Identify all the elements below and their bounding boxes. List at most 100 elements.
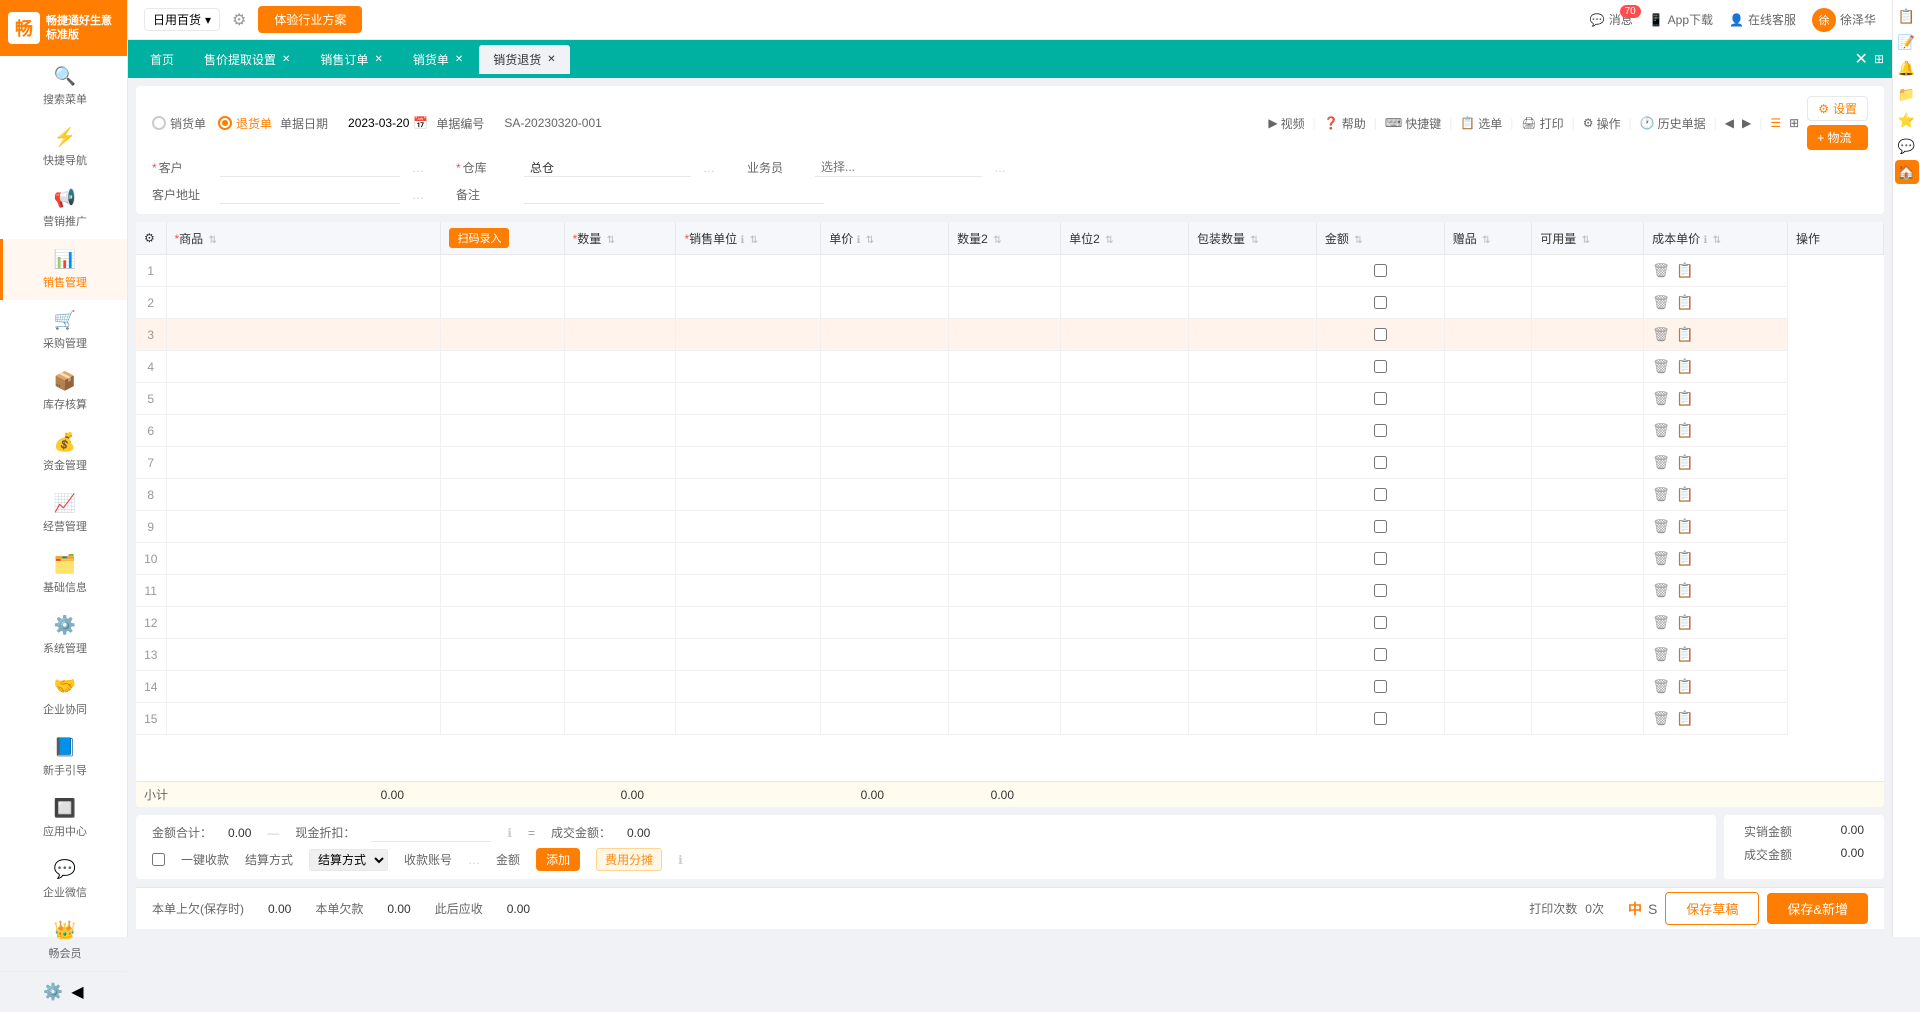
avail-cell[interactable]	[1444, 479, 1532, 511]
tool-video[interactable]: ▶视频	[1268, 115, 1304, 132]
avail-cell[interactable]	[1444, 575, 1532, 607]
date-picker[interactable]: 2023-03-20 📅	[348, 116, 428, 130]
qty2-cell[interactable]	[821, 703, 949, 735]
collapse-icon[interactable]: ◀	[71, 982, 83, 1002]
delete-row-icon[interactable]: 🗑	[1652, 678, 1670, 695]
address-more-icon[interactable]: …	[412, 188, 424, 202]
add-button[interactable]: 添加	[536, 848, 580, 871]
sidebar-item-enterprise[interactable]: 🤝 企业协同	[0, 666, 127, 727]
amount-cell[interactable]	[1188, 351, 1316, 383]
avail-cell[interactable]	[1444, 543, 1532, 575]
maximize-icon[interactable]: ⊞	[1874, 52, 1884, 66]
radio-sales[interactable]: 销货单	[152, 115, 206, 132]
industry-select[interactable]: 日用百货 ▾	[144, 8, 220, 31]
amount-cell[interactable]	[1188, 319, 1316, 351]
tool-shortcut[interactable]: ⌨快捷键	[1385, 115, 1441, 132]
tab-close-icon[interactable]: ✕	[455, 54, 463, 65]
gift-checkbox[interactable]	[1374, 616, 1387, 629]
customer-input[interactable]	[220, 158, 400, 177]
amount-cell[interactable]	[1188, 255, 1316, 287]
th-settings[interactable]: ⚙	[136, 222, 166, 255]
unit2-cell[interactable]	[949, 383, 1061, 415]
remark-input[interactable]	[524, 185, 824, 204]
cost-cell[interactable]	[1532, 351, 1644, 383]
copy-row-icon[interactable]: 📋	[1676, 390, 1693, 407]
pkg-cell[interactable]	[1061, 703, 1189, 735]
qty2-cell[interactable]	[821, 575, 949, 607]
unit2-cell[interactable]	[949, 511, 1061, 543]
cost-cell[interactable]	[1532, 639, 1644, 671]
gift-cell[interactable]	[1316, 415, 1444, 447]
sort-gift-icon[interactable]: ⇅	[1482, 235, 1490, 246]
tab-sales-return[interactable]: 销货退货 ✕	[479, 45, 569, 74]
amount-cell[interactable]	[1188, 287, 1316, 319]
amount-cell[interactable]	[1188, 479, 1316, 511]
pkg-cell[interactable]	[1061, 543, 1189, 575]
tab-price-setting[interactable]: 售价提取设置 ✕	[190, 45, 304, 74]
price-cell[interactable]	[676, 447, 821, 479]
panel-bell-icon[interactable]: 🔔	[1895, 56, 1919, 80]
delete-row-icon[interactable]: 🗑	[1652, 614, 1670, 631]
pkg-cell[interactable]	[1061, 639, 1189, 671]
qty-cell[interactable]	[441, 703, 564, 735]
unit2-cell[interactable]	[949, 703, 1061, 735]
copy-row-icon[interactable]: 📋	[1676, 678, 1693, 695]
qty-cell[interactable]	[441, 671, 564, 703]
qty2-cell[interactable]	[821, 319, 949, 351]
price-cell[interactable]	[676, 319, 821, 351]
gift-checkbox[interactable]	[1374, 360, 1387, 373]
unit-cell[interactable]	[564, 575, 676, 607]
pkg-cell[interactable]	[1061, 383, 1189, 415]
unit-cell[interactable]	[564, 607, 676, 639]
qty-cell[interactable]	[441, 447, 564, 479]
pkg-cell[interactable]	[1061, 287, 1189, 319]
copy-row-icon[interactable]: 📋	[1676, 422, 1693, 439]
scan-button[interactable]: 扫码录入	[449, 228, 509, 248]
copy-row-icon[interactable]: 📋	[1676, 486, 1693, 503]
gift-checkbox[interactable]	[1374, 552, 1387, 565]
qty2-cell[interactable]	[821, 447, 949, 479]
avail-cell[interactable]	[1444, 351, 1532, 383]
qty2-cell[interactable]	[821, 607, 949, 639]
unit-cell[interactable]	[564, 383, 676, 415]
unit2-cell[interactable]	[949, 479, 1061, 511]
qty2-cell[interactable]	[821, 639, 949, 671]
gift-checkbox[interactable]	[1374, 648, 1387, 661]
gift-cell[interactable]	[1316, 319, 1444, 351]
product-cell[interactable]	[166, 447, 441, 479]
gift-checkbox[interactable]	[1374, 456, 1387, 469]
delete-row-icon[interactable]: 🗑	[1652, 646, 1670, 663]
price-cell[interactable]	[676, 511, 821, 543]
gift-cell[interactable]	[1316, 671, 1444, 703]
tab-home[interactable]: 首页	[136, 45, 188, 74]
customer-more-icon[interactable]: …	[412, 161, 424, 175]
unit2-cell[interactable]	[949, 639, 1061, 671]
sidebar-item-inventory[interactable]: 📦 库存核算	[0, 361, 127, 422]
unit-cell[interactable]	[564, 287, 676, 319]
radio-return[interactable]: 退货单	[218, 115, 272, 132]
copy-row-icon[interactable]: 📋	[1676, 550, 1693, 567]
product-cell[interactable]	[166, 511, 441, 543]
gift-cell[interactable]	[1316, 479, 1444, 511]
copy-row-icon[interactable]: 📋	[1676, 262, 1693, 279]
sidebar-item-wechat[interactable]: 💬 企业微信	[0, 849, 127, 910]
unit2-cell[interactable]	[949, 415, 1061, 447]
cost-cell[interactable]	[1532, 479, 1644, 511]
avail-cell[interactable]	[1444, 607, 1532, 639]
grid-view-icon[interactable]: ⊞	[1789, 116, 1799, 130]
gift-cell[interactable]	[1316, 639, 1444, 671]
product-input[interactable]	[175, 328, 433, 342]
gift-checkbox[interactable]	[1374, 712, 1387, 725]
qty2-cell[interactable]	[821, 351, 949, 383]
discount-input[interactable]	[371, 823, 491, 842]
pkg-cell[interactable]	[1061, 351, 1189, 383]
qty2-cell[interactable]	[821, 479, 949, 511]
delete-row-icon[interactable]: 🗑	[1652, 582, 1670, 599]
panel-star-icon[interactable]: ⭐	[1895, 108, 1919, 132]
tab-sales-order[interactable]: 销售订单 ✕	[306, 45, 396, 74]
gift-cell[interactable]	[1316, 543, 1444, 575]
copy-row-icon[interactable]: 📋	[1676, 294, 1693, 311]
avail-cell[interactable]	[1444, 287, 1532, 319]
gift-checkbox[interactable]	[1374, 296, 1387, 309]
sort-cost-icon[interactable]: ⇅	[1713, 235, 1721, 246]
